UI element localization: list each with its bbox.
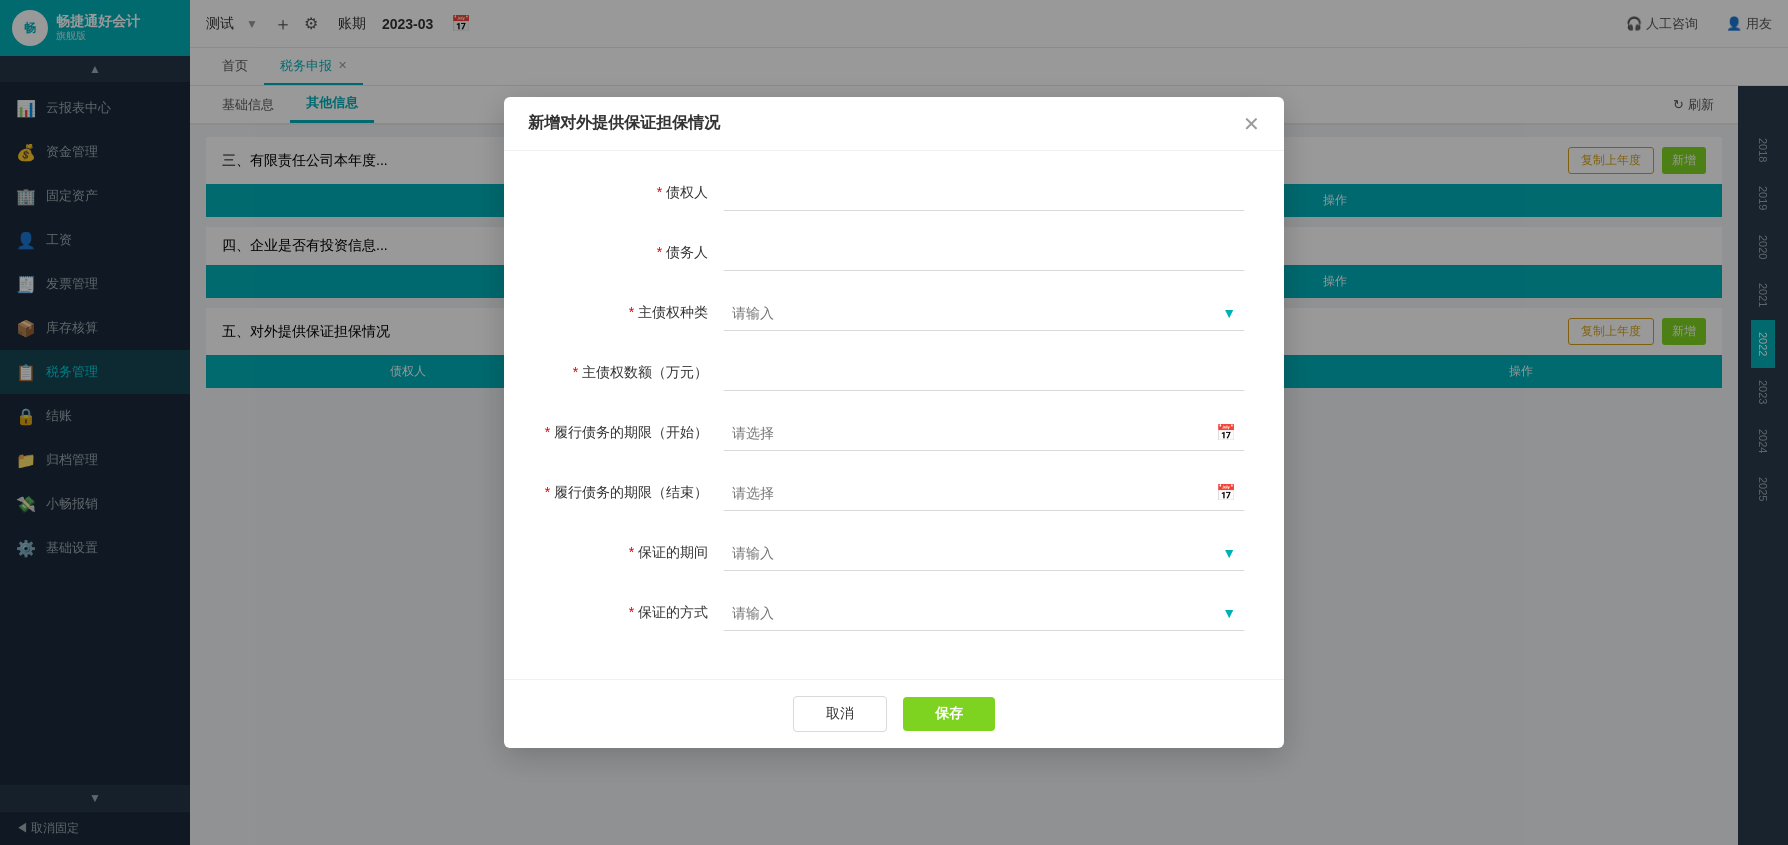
label-claim-type: * 主债权种类: [544, 304, 724, 322]
modal-close-button[interactable]: ✕: [1243, 114, 1260, 134]
field-creditor: * 债权人: [544, 175, 1244, 211]
input-guarantee-method[interactable]: [724, 605, 1222, 621]
label-period-end: * 履行债务的期限（结束）: [544, 484, 724, 502]
field-guarantee-period: * 保证的期间 ▼: [544, 535, 1244, 571]
input-claim-amount[interactable]: [724, 355, 1244, 391]
input-claim-type[interactable]: [724, 305, 1222, 321]
chevron-down-icon[interactable]: ▼: [1222, 305, 1244, 321]
date-wrap-period-end: 📅: [724, 475, 1244, 511]
label-debtor: * 债务人: [544, 244, 724, 262]
select-wrap-guarantee-method: ▼: [724, 595, 1244, 631]
label-guarantee-method: * 保证的方式: [544, 604, 724, 622]
chevron-down-icon-2[interactable]: ▼: [1222, 545, 1244, 561]
cancel-button[interactable]: 取消: [793, 696, 887, 732]
field-period-end: * 履行债务的期限（结束） 📅: [544, 475, 1244, 511]
modal-dialog: 新增对外提供保证担保情况 ✕ * 债权人 * 债务人: [504, 97, 1284, 748]
select-wrap-guarantee-period: ▼: [724, 535, 1244, 571]
field-claim-type: * 主债权种类 ▼: [544, 295, 1244, 331]
field-debtor: * 债务人: [544, 235, 1244, 271]
date-wrap-period-start: 📅: [724, 415, 1244, 451]
input-period-start[interactable]: [724, 425, 1216, 441]
label-guarantee-period: * 保证的期间: [544, 544, 724, 562]
chevron-down-icon-3[interactable]: ▼: [1222, 605, 1244, 621]
input-period-end[interactable]: [724, 485, 1216, 501]
modal-body: * 债权人 * 债务人 * 主债权种类: [504, 151, 1284, 679]
save-button[interactable]: 保存: [903, 697, 995, 731]
field-period-start: * 履行债务的期限（开始） 📅: [544, 415, 1244, 451]
label-creditor: * 债权人: [544, 184, 724, 202]
input-creditor[interactable]: [724, 175, 1244, 211]
calendar-start-icon[interactable]: 📅: [1216, 423, 1244, 442]
field-guarantee-method: * 保证的方式 ▼: [544, 595, 1244, 631]
label-claim-amount: * 主债权数额（万元）: [544, 364, 724, 382]
modal-header: 新增对外提供保证担保情况 ✕: [504, 97, 1284, 151]
input-guarantee-period[interactable]: [724, 545, 1222, 561]
field-claim-amount: * 主债权数额（万元）: [544, 355, 1244, 391]
calendar-end-icon[interactable]: 📅: [1216, 483, 1244, 502]
label-period-start: * 履行债务的期限（开始）: [544, 424, 724, 442]
modal-title: 新增对外提供保证担保情况: [528, 113, 720, 134]
modal-footer: 取消 保存: [504, 679, 1284, 748]
select-wrap-claim-type: ▼: [724, 295, 1244, 331]
modal-overlay: 新增对外提供保证担保情况 ✕ * 债权人 * 债务人: [0, 0, 1788, 845]
input-debtor[interactable]: [724, 235, 1244, 271]
